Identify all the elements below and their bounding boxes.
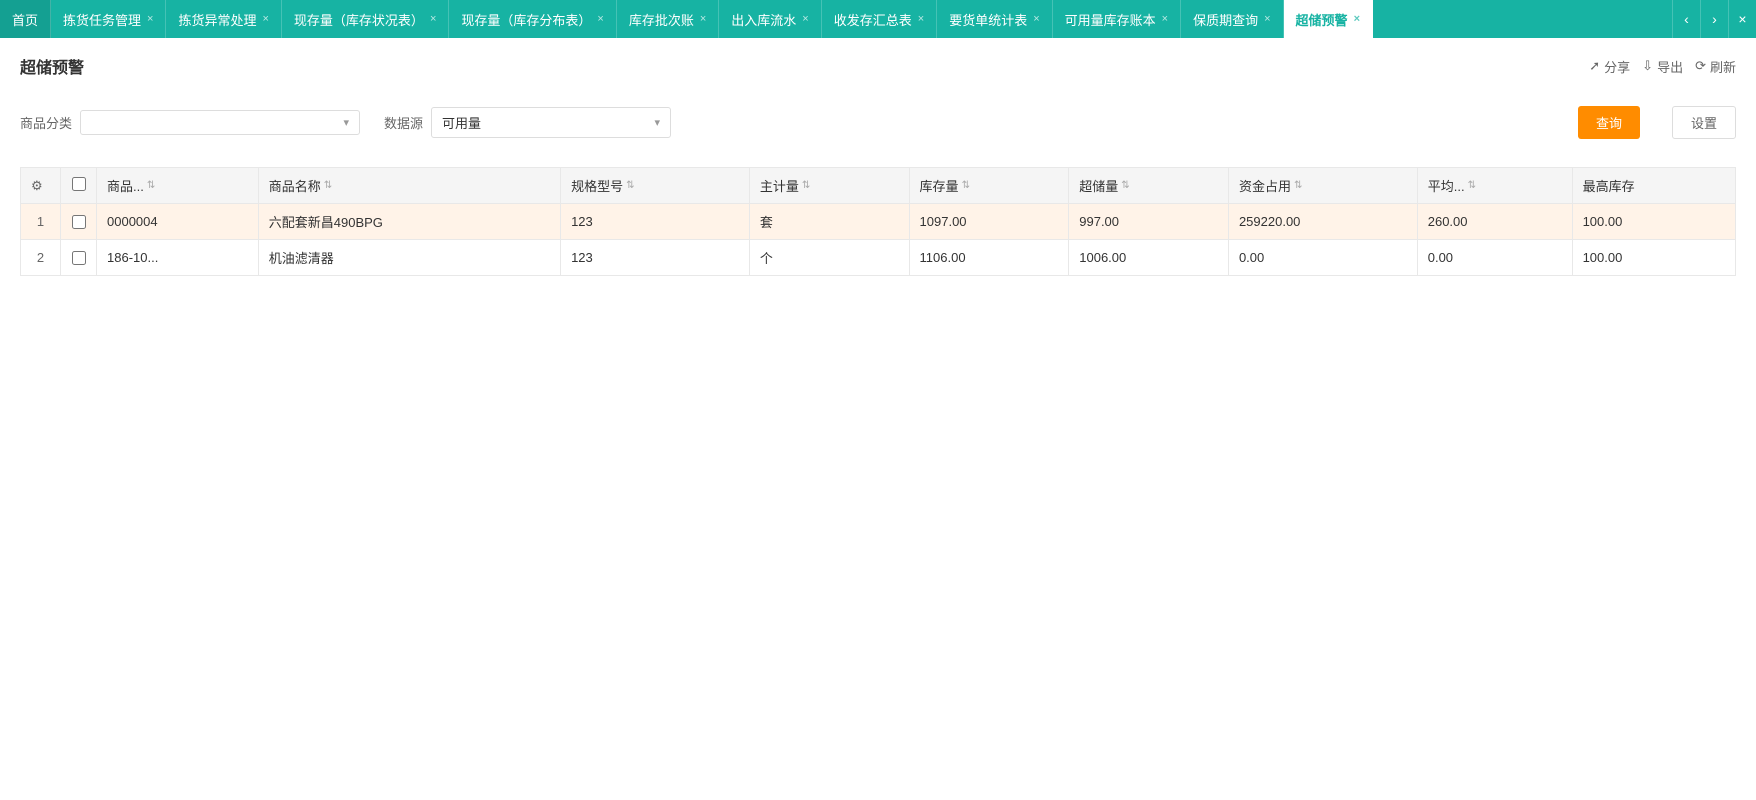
nav-close-stock-dist[interactable]: × [597,13,603,25]
top-nav: 首页 拣货任务管理 × 拣货异常处理 × 现存量（库存状况表） × 现存量（库存… [0,0,1756,38]
export-icon: ⇩ [1642,58,1653,74]
share-button[interactable]: ➚ 分享 [1589,57,1630,76]
category-chevron-icon: ▾ [343,116,349,129]
nav-batch[interactable]: 库存批次账 × [617,0,719,38]
nav-inout-flow[interactable]: 出入库流水 × [719,0,821,38]
data-table: ⚙ 商品... ⇅ 商品名称 ⇅ [20,167,1736,276]
nav-pick-exception[interactable]: 拣货异常处理 × [166,0,281,38]
nav-close-order-stat[interactable]: × [1033,13,1039,25]
nav-home[interactable]: 首页 [0,0,51,38]
settings-button[interactable]: 设置 [1672,106,1736,139]
table-row: 2 186-10... 机油滤清器 123 个 1106.00 1006.00 … [21,240,1736,276]
nav-close-expiry[interactable]: × [1264,13,1270,25]
cell-max-stock: 100.00 [1572,204,1735,240]
nav-stock-dist[interactable]: 现存量（库存分布表） × [449,0,616,38]
cell-unit: 个 [749,240,909,276]
table-row: 1 0000004 六配套新昌490BPG 123 套 1097.00 997.… [21,204,1736,240]
nav-avail-ledger[interactable]: 可用量库存账本 × [1053,0,1181,38]
nav-close-avail-ledger[interactable]: × [1162,13,1168,25]
nav-recv-summary[interactable]: 收发存汇总表 × [822,0,937,38]
nav-close-pick-exception[interactable]: × [262,13,268,25]
export-button[interactable]: ⇩ 导出 [1642,57,1683,76]
cell-product-code: 0000004 [97,204,259,240]
th-capital: 资金占用 ⇅ [1228,168,1417,204]
cell-capital: 0.00 [1228,240,1417,276]
page-title: 超储预警 [20,54,84,78]
nav-close-inout-flow[interactable]: × [802,13,808,25]
cell-stock: 1106.00 [909,240,1069,276]
th-max-stock: 最高库存 [1572,168,1735,204]
nav-overstock[interactable]: 超储预警 × [1284,0,1373,38]
sort-icon-product-code: ⇅ [147,180,155,191]
sort-icon-avg: ⇅ [1468,180,1476,191]
nav-close-stock-status[interactable]: × [430,13,436,25]
cell-max-stock: 100.00 [1572,240,1735,276]
cell-product-name: 机油滤清器 [258,240,560,276]
datasource-chevron-icon: ▾ [655,116,661,129]
cell-capital: 259220.00 [1228,204,1417,240]
th-avg: 平均... ⇅ [1417,168,1572,204]
sort-icon-spec: ⇅ [626,180,634,191]
cell-product-code: 186-10... [97,240,259,276]
page-content: 超储预警 ➚ 分享 ⇩ 导出 ⟳ 刷新 商品分类 ▾ 数据源 [0,38,1756,800]
nav-close-all[interactable]: × [1728,0,1756,38]
th-checkbox [61,168,97,204]
nav-close-pick-task[interactable]: × [147,13,153,25]
nav-arrows: ‹ › × [1672,0,1756,38]
sort-icon-stock: ⇅ [962,180,970,191]
row-checkbox-cell [61,240,97,276]
th-overstock: 超储量 ⇅ [1069,168,1229,204]
cell-product-name: 六配套新昌490BPG [258,204,560,240]
datasource-value: 可用量 [442,113,481,132]
row-number: 2 [21,240,61,276]
cell-stock: 1097.00 [909,204,1069,240]
row-checkbox-cell [61,204,97,240]
page-header: 超储预警 ➚ 分享 ⇩ 导出 ⟳ 刷新 [20,54,1736,78]
refresh-icon: ⟳ [1695,58,1706,74]
cell-avg: 260.00 [1417,204,1572,240]
row-checkbox-0[interactable] [72,215,86,229]
th-gear[interactable]: ⚙ [21,168,61,204]
cell-avg: 0.00 [1417,240,1572,276]
filter-row: 商品分类 ▾ 数据源 可用量 ▾ 查询 设置 [20,94,1736,151]
th-spec: 规格型号 ⇅ [561,168,750,204]
category-label: 商品分类 [20,113,72,132]
nav-next-arrow[interactable]: › [1700,0,1728,38]
nav-pick-task[interactable]: 拣货任务管理 × [51,0,166,38]
gear-icon[interactable]: ⚙ [31,178,43,193]
header-actions: ➚ 分享 ⇩ 导出 ⟳ 刷新 [1589,57,1736,76]
th-product-name: 商品名称 ⇅ [258,168,560,204]
nav-expiry[interactable]: 保质期查询 × [1181,0,1283,38]
cell-overstock: 1006.00 [1069,240,1229,276]
refresh-button[interactable]: ⟳ 刷新 [1695,57,1736,76]
th-unit: 主计量 ⇅ [749,168,909,204]
category-select[interactable]: ▾ [80,110,360,135]
nav-prev-arrow[interactable]: ‹ [1672,0,1700,38]
datasource-filter: 数据源 可用量 ▾ [384,107,671,138]
nav-close-recv-summary[interactable]: × [918,13,924,25]
nav-close-batch[interactable]: × [700,13,706,25]
sort-icon-overstock: ⇅ [1121,180,1129,191]
cell-spec: 123 [561,240,750,276]
datasource-select[interactable]: 可用量 ▾ [431,107,671,138]
nav-close-overstock[interactable]: × [1354,13,1360,25]
select-all-checkbox[interactable] [72,177,86,191]
datasource-label: 数据源 [384,113,423,132]
sort-icon-unit: ⇅ [802,180,810,191]
th-product-code: 商品... ⇅ [97,168,259,204]
cell-unit: 套 [749,204,909,240]
query-button[interactable]: 查询 [1578,106,1640,139]
nav-order-stat[interactable]: 要货单统计表 × [937,0,1052,38]
cell-spec: 123 [561,204,750,240]
category-filter: 商品分类 ▾ [20,110,360,135]
th-stock: 库存量 ⇅ [909,168,1069,204]
nav-stock-status[interactable]: 现存量（库存状况表） × [282,0,449,38]
share-icon: ➚ [1589,58,1600,74]
sort-icon-capital: ⇅ [1294,180,1302,191]
cell-overstock: 997.00 [1069,204,1229,240]
sort-icon-product-name: ⇅ [324,180,332,191]
row-checkbox-1[interactable] [72,251,86,265]
row-number: 1 [21,204,61,240]
